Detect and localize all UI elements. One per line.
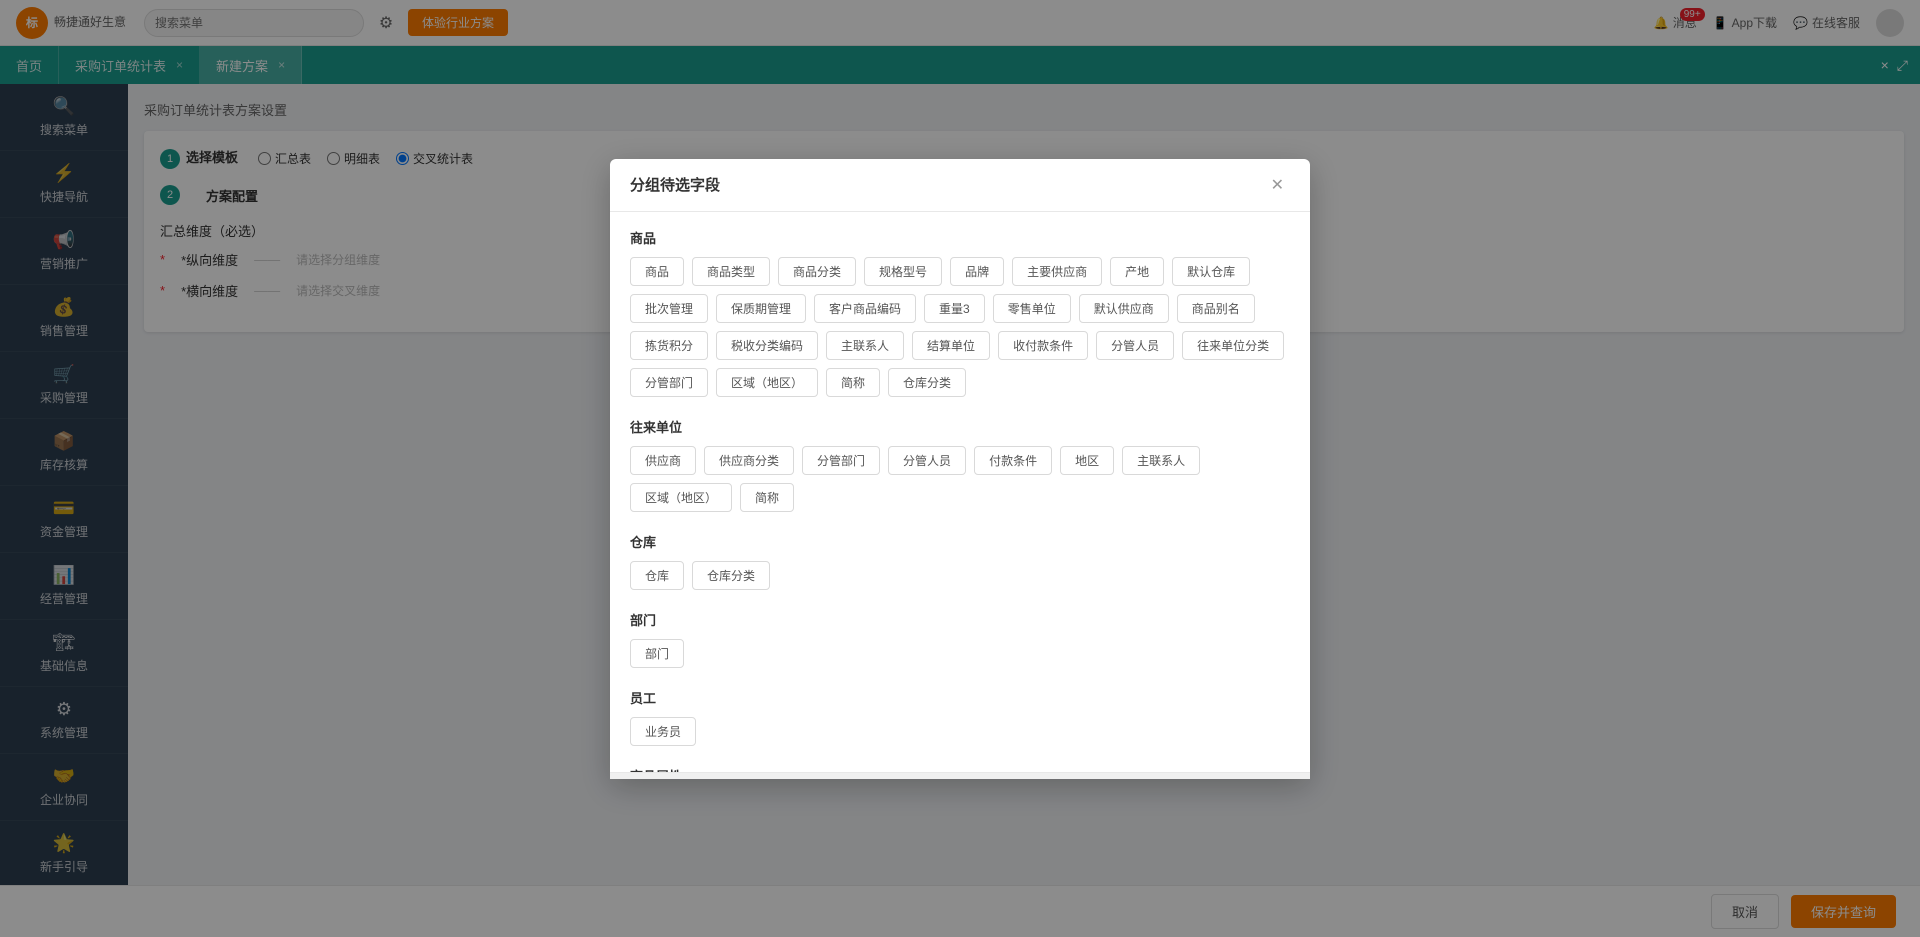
field-tag-0-14[interactable]: 商品别名: [1177, 294, 1255, 323]
field-grid-2: 仓库仓库分类: [630, 561, 1290, 590]
section-title-4: 员工: [630, 688, 1290, 707]
field-tag-0-19[interactable]: 收付款条件: [998, 331, 1088, 360]
field-tag-0-24[interactable]: 简称: [826, 368, 880, 397]
field-grid-1: 供应商供应商分类分管部门分管人员付款条件地区主联系人区域（地区） 简称: [630, 446, 1290, 512]
field-tag-1-0[interactable]: 供应商: [630, 446, 696, 475]
field-tag-0-3[interactable]: 规格型号: [864, 257, 942, 286]
field-grid-4: 业务员: [630, 717, 1290, 746]
field-tag-0-2[interactable]: 商品分类: [778, 257, 856, 286]
field-tag-0-7[interactable]: 默认仓库: [1172, 257, 1250, 286]
field-tag-0-25[interactable]: 仓库分类: [888, 368, 966, 397]
section-title-1: 往来单位: [630, 417, 1290, 436]
field-grid-3: 部门: [630, 639, 1290, 668]
field-section-2: 仓库仓库仓库分类: [630, 532, 1290, 590]
field-tag-4-0[interactable]: 业务员: [630, 717, 696, 746]
field-tag-1-5[interactable]: 地区: [1060, 446, 1114, 475]
field-tag-1-7[interactable]: 区域（地区）: [630, 483, 732, 512]
section-title-2: 仓库: [630, 532, 1290, 551]
field-section-3: 部门部门: [630, 610, 1290, 668]
modal-scrollbar-x: [610, 772, 1310, 779]
field-tag-0-12[interactable]: 零售单位: [993, 294, 1071, 323]
modal-body: 商品商品商品类型商品分类规格型号品牌主要供应商产地默认仓库批次管理保质期管理客户…: [610, 212, 1310, 772]
field-tag-1-1[interactable]: 供应商分类: [704, 446, 794, 475]
field-tag-0-8[interactable]: 批次管理: [630, 294, 708, 323]
modal-header: 分组待选字段 ✕: [610, 159, 1310, 212]
modal-overlay: 分组待选字段 ✕ 商品商品商品类型商品分类规格型号品牌主要供应商产地默认仓库批次…: [0, 0, 1920, 937]
field-tag-0-23[interactable]: 区域（地区）: [716, 368, 818, 397]
field-tag-0-18[interactable]: 结算单位: [912, 331, 990, 360]
modal-close-button[interactable]: ✕: [1265, 173, 1290, 197]
field-tag-3-0[interactable]: 部门: [630, 639, 684, 668]
field-tag-0-9[interactable]: 保质期管理: [716, 294, 806, 323]
modal-title: 分组待选字段: [630, 174, 720, 195]
section-title-0: 商品: [630, 228, 1290, 247]
field-tag-0-6[interactable]: 产地: [1110, 257, 1164, 286]
field-tag-0-17[interactable]: 主联系人: [826, 331, 904, 360]
field-tag-1-6[interactable]: 主联系人: [1122, 446, 1200, 475]
field-tag-1-4[interactable]: 付款条件: [974, 446, 1052, 475]
field-tag-0-0[interactable]: 商品: [630, 257, 684, 286]
field-section-0: 商品商品商品类型商品分类规格型号品牌主要供应商产地默认仓库批次管理保质期管理客户…: [630, 228, 1290, 397]
field-grid-0: 商品商品类型商品分类规格型号品牌主要供应商产地默认仓库批次管理保质期管理客户商品…: [630, 257, 1290, 397]
field-tag-2-1[interactable]: 仓库分类: [692, 561, 770, 590]
field-tag-0-4[interactable]: 品牌: [950, 257, 1004, 286]
field-tag-0-20[interactable]: 分管人员: [1096, 331, 1174, 360]
field-tag-0-11[interactable]: 重量3: [924, 294, 985, 323]
field-tag-0-22[interactable]: 分管部门: [630, 368, 708, 397]
field-section-1: 往来单位供应商供应商分类分管部门分管人员付款条件地区主联系人区域（地区） 简称: [630, 417, 1290, 512]
field-tag-0-16[interactable]: 税收分类编码: [716, 331, 818, 360]
modal-dialog: 分组待选字段 ✕ 商品商品商品类型商品分类规格型号品牌主要供应商产地默认仓库批次…: [610, 159, 1310, 779]
field-tag-2-0[interactable]: 仓库: [630, 561, 684, 590]
field-tag-0-5[interactable]: 主要供应商: [1012, 257, 1102, 286]
field-tag-0-21[interactable]: 往来单位分类: [1182, 331, 1284, 360]
field-tag-0-13[interactable]: 默认供应商: [1079, 294, 1169, 323]
field-tag-0-15[interactable]: 拣货积分: [630, 331, 708, 360]
field-tag-1-8[interactable]: 简称: [740, 483, 794, 512]
field-tag-0-10[interactable]: 客户商品编码: [814, 294, 916, 323]
field-section-4: 员工业务员: [630, 688, 1290, 746]
field-tag-1-3[interactable]: 分管人员: [888, 446, 966, 475]
field-tag-0-1[interactable]: 商品类型: [692, 257, 770, 286]
section-title-3: 部门: [630, 610, 1290, 629]
field-tag-1-2[interactable]: 分管部门: [802, 446, 880, 475]
